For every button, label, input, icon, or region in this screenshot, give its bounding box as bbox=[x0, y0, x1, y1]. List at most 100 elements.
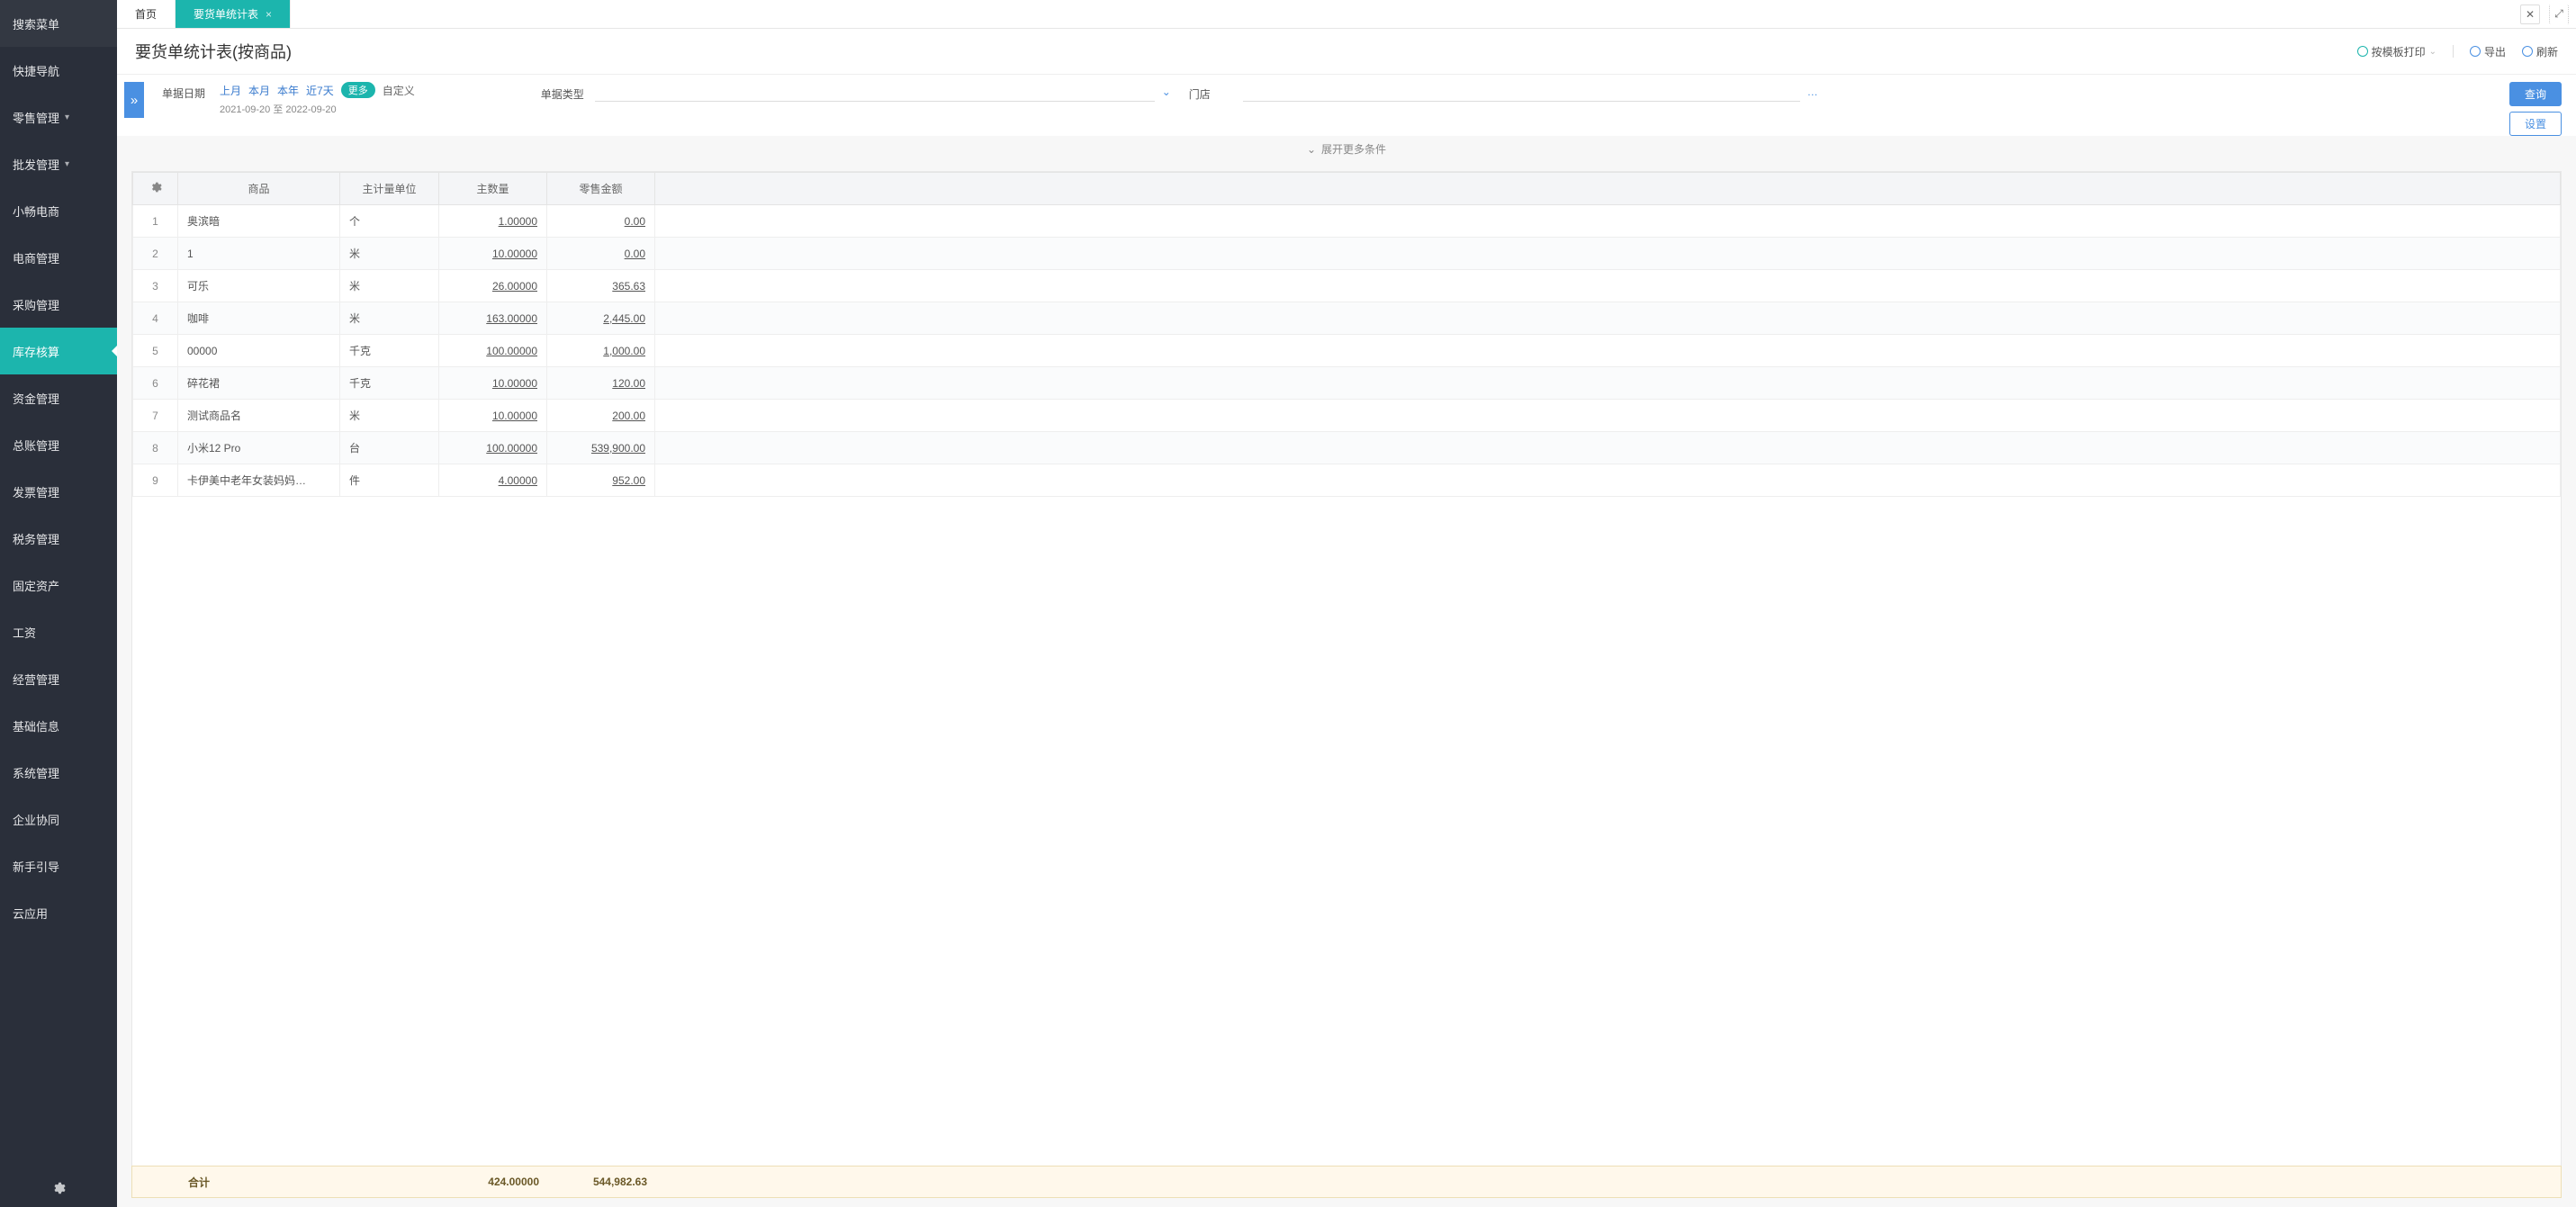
tab-label: 首页 bbox=[135, 6, 157, 22]
row-amount[interactable]: 539,900.00 bbox=[547, 432, 655, 464]
expand-icon[interactable]: ⤢ bbox=[2549, 5, 2569, 24]
date-label: 单据日期 bbox=[162, 82, 209, 101]
row-spacer bbox=[655, 270, 2561, 302]
row-amount[interactable]: 1,000.00 bbox=[547, 335, 655, 367]
date-quick-custom[interactable]: 自定义 bbox=[383, 83, 415, 98]
gear-icon[interactable] bbox=[51, 1181, 66, 1198]
row-product: 卡伊美中老年女装妈妈… bbox=[178, 464, 340, 497]
sidebar-item[interactable]: 新手引导 bbox=[0, 842, 117, 889]
row-product: 可乐 bbox=[178, 270, 340, 302]
date-quick-thisyear[interactable]: 本年 bbox=[277, 83, 299, 98]
sidebar-item[interactable]: 资金管理 bbox=[0, 374, 117, 421]
sidebar-item-label: 库存核算 bbox=[13, 343, 59, 360]
row-qty[interactable]: 100.00000 bbox=[439, 335, 547, 367]
row-unit: 千克 bbox=[340, 367, 439, 400]
sidebar-item[interactable]: 基础信息 bbox=[0, 702, 117, 749]
row-qty[interactable]: 163.00000 bbox=[439, 302, 547, 335]
row-qty[interactable]: 100.00000 bbox=[439, 432, 547, 464]
row-index: 7 bbox=[133, 400, 178, 432]
sidebar-item[interactable]: 电商管理 bbox=[0, 234, 117, 281]
sidebar-item[interactable]: 采购管理 bbox=[0, 281, 117, 328]
date-quick-lastmonth[interactable]: 上月 bbox=[220, 83, 241, 98]
row-spacer bbox=[655, 400, 2561, 432]
table-row[interactable]: 500000千克100.000001,000.00 bbox=[133, 335, 2561, 367]
col-qty[interactable]: 主数量 bbox=[439, 173, 547, 205]
table-row[interactable]: 7测试商品名米10.00000200.00 bbox=[133, 400, 2561, 432]
row-amount[interactable]: 120.00 bbox=[547, 367, 655, 400]
row-product: 测试商品名 bbox=[178, 400, 340, 432]
column-settings-header[interactable] bbox=[133, 173, 178, 205]
sidebar-item[interactable]: 快捷导航 bbox=[0, 47, 117, 94]
row-qty[interactable]: 10.00000 bbox=[439, 400, 547, 432]
col-product[interactable]: 商品 bbox=[178, 173, 340, 205]
table-row[interactable]: 9卡伊美中老年女装妈妈…件4.00000952.00 bbox=[133, 464, 2561, 497]
sidebar-item-label: 工资 bbox=[13, 624, 36, 641]
expand-filters-button[interactable]: ⌄ 展开更多条件 bbox=[131, 136, 2562, 162]
sidebar-item[interactable]: 税务管理 bbox=[0, 515, 117, 562]
print-icon bbox=[2357, 46, 2368, 57]
row-amount[interactable]: 365.63 bbox=[547, 270, 655, 302]
sidebar-item[interactable]: 经营管理 bbox=[0, 655, 117, 702]
table-row[interactable]: 1奥滨暗个1.000000.00 bbox=[133, 205, 2561, 238]
sidebar-item[interactable]: 小畅电商 bbox=[0, 187, 117, 234]
row-qty[interactable]: 1.00000 bbox=[439, 205, 547, 238]
close-icon[interactable]: × bbox=[266, 8, 272, 21]
print-button[interactable]: 按模板打印 ⌄ bbox=[2357, 44, 2436, 59]
table-row[interactable]: 3可乐米26.00000365.63 bbox=[133, 270, 2561, 302]
table-container: 商品 主计量单位 主数量 零售金额 1奥滨暗个1.000000.0021米10.… bbox=[131, 171, 2562, 1198]
table-row[interactable]: 21米10.000000.00 bbox=[133, 238, 2561, 270]
tab[interactable]: 首页 bbox=[117, 0, 176, 28]
filter-collapse-button[interactable]: » bbox=[124, 82, 144, 118]
refresh-button[interactable]: 刷新 bbox=[2522, 44, 2558, 59]
sidebar-item[interactable]: 企业协同 bbox=[0, 796, 117, 842]
row-index: 8 bbox=[133, 432, 178, 464]
sidebar-item[interactable]: 零售管理▾ bbox=[0, 94, 117, 140]
row-qty[interactable]: 26.00000 bbox=[439, 270, 547, 302]
close-all-icon[interactable]: ✕ bbox=[2520, 5, 2540, 24]
row-unit: 米 bbox=[340, 400, 439, 432]
col-unit[interactable]: 主计量单位 bbox=[340, 173, 439, 205]
row-amount[interactable]: 952.00 bbox=[547, 464, 655, 497]
row-amount[interactable]: 200.00 bbox=[547, 400, 655, 432]
row-product: 00000 bbox=[178, 335, 340, 367]
row-amount[interactable]: 0.00 bbox=[547, 205, 655, 238]
date-quick-thismonth[interactable]: 本月 bbox=[248, 83, 270, 98]
date-quick-more[interactable]: 更多 bbox=[341, 82, 375, 98]
ellipsis-icon[interactable]: … bbox=[1807, 86, 1819, 98]
store-input[interactable] bbox=[1243, 82, 1800, 102]
sidebar-item[interactable]: 发票管理 bbox=[0, 468, 117, 515]
row-unit: 台 bbox=[340, 432, 439, 464]
sidebar-item[interactable]: 库存核算 bbox=[0, 328, 117, 374]
sidebar-item[interactable]: 工资 bbox=[0, 608, 117, 655]
row-amount[interactable]: 2,445.00 bbox=[547, 302, 655, 335]
sidebar-item[interactable]: 批发管理▾ bbox=[0, 140, 117, 187]
row-qty[interactable]: 10.00000 bbox=[439, 238, 547, 270]
col-amount[interactable]: 零售金额 bbox=[547, 173, 655, 205]
row-unit: 米 bbox=[340, 238, 439, 270]
tab[interactable]: 要货单统计表× bbox=[176, 0, 291, 28]
sidebar-item[interactable]: 云应用 bbox=[0, 889, 117, 936]
filter-doctype-group: 单据类型 ⌄ bbox=[541, 82, 1171, 102]
export-button[interactable]: 导出 bbox=[2470, 44, 2506, 59]
table-row[interactable]: 8小米12 Pro台100.00000539,900.00 bbox=[133, 432, 2561, 464]
date-quick-recent7[interactable]: 近7天 bbox=[306, 83, 334, 98]
row-spacer bbox=[655, 302, 2561, 335]
table-row[interactable]: 4咖啡米163.000002,445.00 bbox=[133, 302, 2561, 335]
sidebar-item-label: 基础信息 bbox=[13, 717, 59, 734]
sidebar-item[interactable]: 搜索菜单 bbox=[0, 0, 117, 47]
row-amount[interactable]: 0.00 bbox=[547, 238, 655, 270]
row-spacer bbox=[655, 205, 2561, 238]
row-qty[interactable]: 10.00000 bbox=[439, 367, 547, 400]
row-index: 1 bbox=[133, 205, 178, 238]
sidebar-item[interactable]: 总账管理 bbox=[0, 421, 117, 468]
sidebar-item-label: 新手引导 bbox=[13, 858, 59, 875]
filter-settings-button[interactable]: 设置 bbox=[2509, 112, 2562, 136]
row-qty[interactable]: 4.00000 bbox=[439, 464, 547, 497]
doctype-input[interactable] bbox=[595, 82, 1155, 102]
table-row[interactable]: 6碎花裙千克10.00000120.00 bbox=[133, 367, 2561, 400]
chevron-down-icon[interactable]: ⌄ bbox=[1162, 86, 1171, 98]
query-button[interactable]: 查询 bbox=[2509, 82, 2562, 106]
sidebar-item[interactable]: 系统管理 bbox=[0, 749, 117, 796]
page-header: 要货单统计表(按商品) 按模板打印 ⌄ 导出 刷新 bbox=[117, 29, 2576, 75]
sidebar-item[interactable]: 固定资产 bbox=[0, 562, 117, 608]
